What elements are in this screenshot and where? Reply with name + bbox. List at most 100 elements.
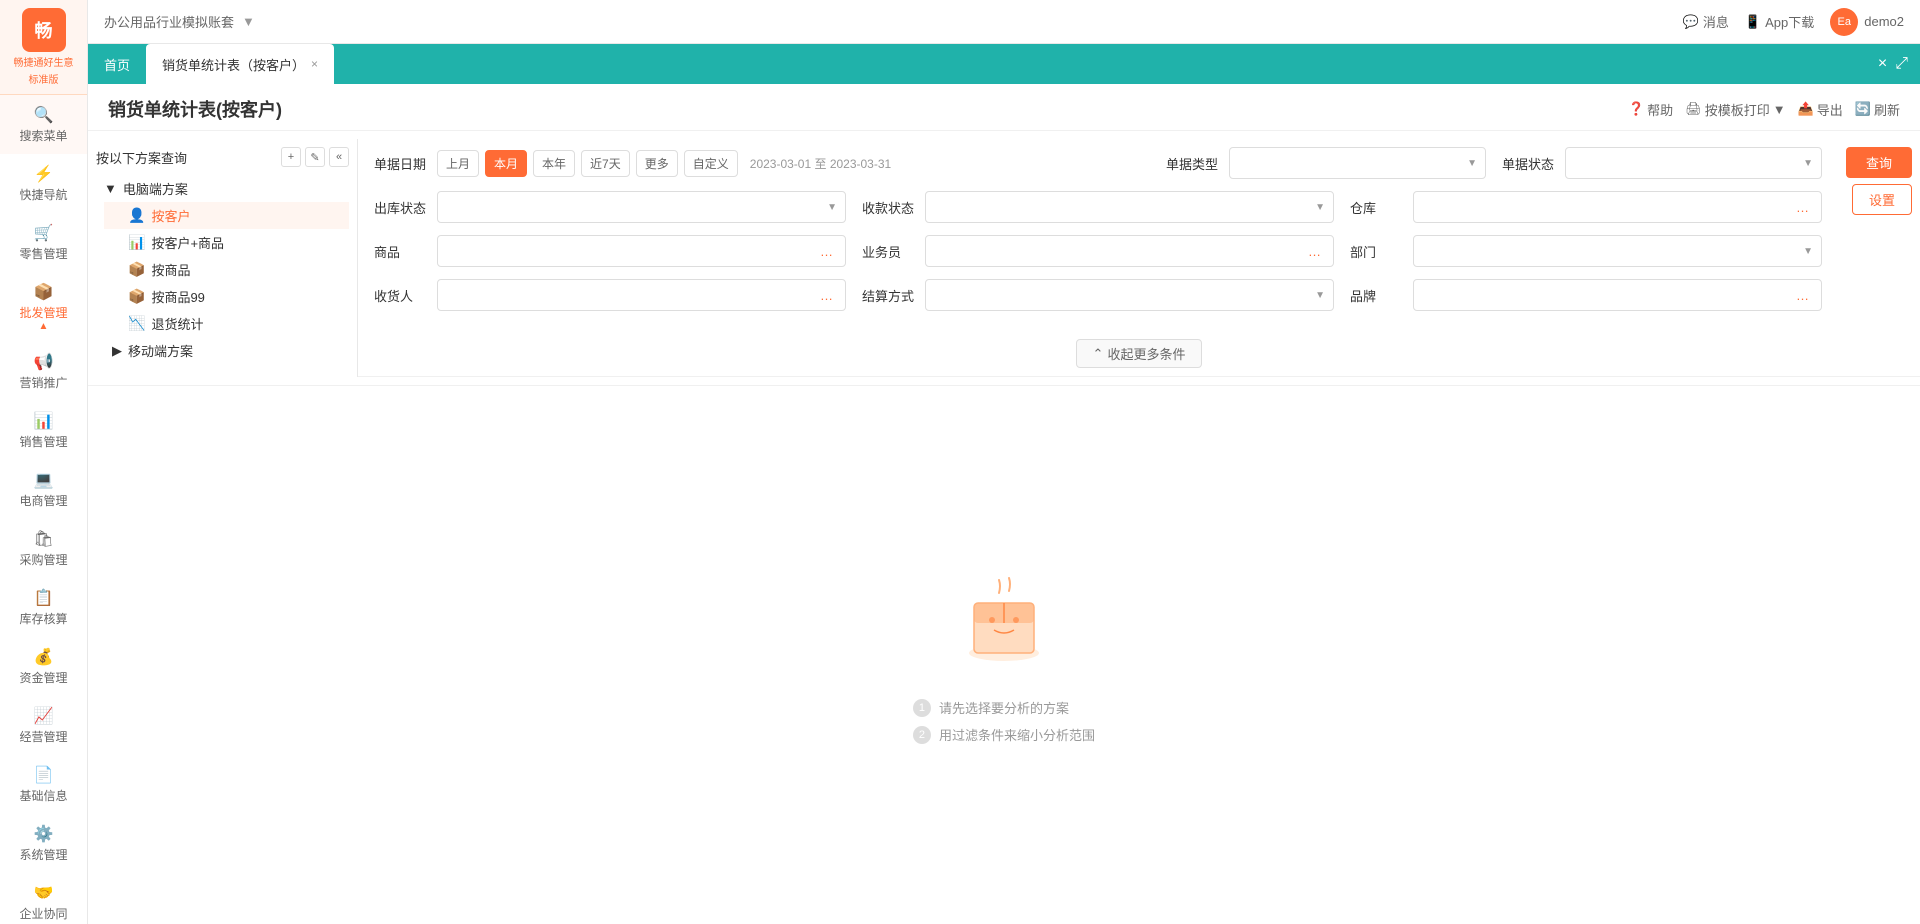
mobile-toggle[interactable]: ▶ 移动端方案 <box>104 337 349 364</box>
search-icon: 🔍 <box>34 105 54 125</box>
goods-dots[interactable]: … <box>816 244 837 259</box>
export-btn[interactable]: 📤 导出 <box>1798 100 1843 119</box>
sidebar-item-sales[interactable]: 📊 销售管理 <box>0 401 87 460</box>
date-range-display: 2023-03-01 至 2023-03-31 <box>750 155 891 172</box>
date-btn-7days[interactable]: 近7天 <box>581 150 630 177</box>
page-title: 销货单统计表(按客户) <box>108 96 282 122</box>
collapse-panel-btn[interactable]: « <box>329 147 349 167</box>
collection-status-field: 收款状态 ▼ <box>862 191 1334 223</box>
date-filter-field: 单据日期 上月 本月 本年 近7天 更多 自定义 2023-03-01 至 20… <box>374 150 1150 177</box>
collection-status-select[interactable]: ▼ <box>925 191 1334 223</box>
mobile-section: ▶ 移动端方案 <box>104 337 349 364</box>
sidebar-item-search[interactable]: 🔍 搜索菜单 <box>0 95 87 154</box>
tree-child-by-goods[interactable]: 📦 按商品 <box>104 256 349 283</box>
sidebar-item-wholesale[interactable]: 📦 批发管理 ▲ <box>0 272 87 342</box>
tab-close-btn[interactable]: × <box>311 57 318 71</box>
department-chevron: ▼ <box>1803 246 1813 257</box>
date-filter: 上月 本月 本年 近7天 更多 自定义 <box>437 150 738 177</box>
sidebar-item-operations[interactable]: 📈 经营管理 <box>0 696 87 755</box>
date-btn-custom[interactable]: 自定义 <box>684 150 738 177</box>
sales-icon: 📊 <box>34 411 54 431</box>
ship-status-select[interactable]: ▼ <box>437 191 846 223</box>
date-btn-this-year[interactable]: 本年 <box>533 150 575 177</box>
sidebar-item-quicknav[interactable]: ⚡ 快捷导航 <box>0 154 87 213</box>
query-button[interactable]: 查询 <box>1846 147 1912 178</box>
warehouse-select[interactable]: … <box>1413 191 1822 223</box>
refresh-btn[interactable]: 🔄 刷新 <box>1855 100 1900 119</box>
department-field: 部门 ▼ <box>1350 235 1822 267</box>
recipient-dots[interactable]: … <box>816 288 837 303</box>
sidebar-label-quicknav: 快捷导航 <box>19 186 67 203</box>
warehouse-label: 仓库 <box>1350 198 1405 217</box>
add-scheme-btn[interactable]: + <box>281 147 301 167</box>
sidebar-label-system: 系统管理 <box>19 846 67 863</box>
sidebar-item-ecommerce[interactable]: 💻 电商管理 <box>0 460 87 519</box>
sidebar-label-ecommerce: 电商管理 <box>19 492 67 509</box>
sidebar-item-finance[interactable]: 💰 资金管理 <box>0 637 87 696</box>
salesperson-dots[interactable]: … <box>1304 244 1325 259</box>
settlement-chevron: ▼ <box>1315 290 1325 301</box>
order-status-select[interactable]: ▼ <box>1565 147 1822 179</box>
brand-label: 品牌 <box>1350 286 1405 305</box>
recipient-field: 收货人 … <box>374 279 846 311</box>
system-icon: ⚙️ <box>34 824 54 844</box>
logo: 畅 畅捷通好生意 标准版 <box>0 0 87 95</box>
print-btn[interactable]: 🖨 按模板打印 ▼ <box>1685 100 1785 119</box>
sidebar-item-retail[interactable]: 🛒 零售管理 <box>0 213 87 272</box>
tab-home-label: 首页 <box>104 55 130 74</box>
collapse-more-btn[interactable]: ⌃ 收起更多条件 <box>1076 339 1203 368</box>
tree-child-return-stat[interactable]: 📉 退货统计 <box>104 310 349 337</box>
warehouse-dots[interactable]: … <box>1792 200 1813 215</box>
sidebar-item-cooperation[interactable]: 🤝 企业协同 <box>0 873 87 924</box>
messages-btn[interactable]: 💬 消息 <box>1683 12 1729 31</box>
maximize-window-btn[interactable]: ⤢ <box>1895 55 1908 73</box>
sidebar-item-system[interactable]: ⚙️ 系统管理 <box>0 814 87 873</box>
order-status-label: 单据状态 <box>1502 154 1557 173</box>
user-area[interactable]: Ea demo2 <box>1830 8 1904 36</box>
date-btn-last-month[interactable]: 上月 <box>437 150 479 177</box>
desktop-section[interactable]: ▼ 电脑端方案 <box>96 175 349 202</box>
tree-child-by-customer-goods[interactable]: 📊 按客户+商品 <box>104 229 349 256</box>
order-status-field: 单据状态 ▼ <box>1502 147 1822 179</box>
brand-dots[interactable]: … <box>1792 288 1813 303</box>
department-select[interactable]: ▼ <box>1413 235 1822 267</box>
edit-scheme-btn[interactable]: ✎ <box>305 147 325 167</box>
recipient-select[interactable]: … <box>437 279 846 311</box>
help-btn[interactable]: ❓ 帮助 <box>1628 100 1673 119</box>
tab-sales-label: 销货单统计表（按客户） <box>162 55 305 74</box>
goods-select[interactable]: … <box>437 235 846 267</box>
order-type-select[interactable]: ▼ <box>1229 147 1486 179</box>
ship-status-label: 出库状态 <box>374 198 429 217</box>
sidebar-label-operations: 经营管理 <box>19 728 67 745</box>
settlement-field: 结算方式 ▼ <box>862 279 1334 311</box>
by-customer-goods-label: 按客户+商品 <box>151 233 224 252</box>
salesperson-select[interactable]: … <box>925 235 1334 267</box>
print-dropdown-icon[interactable]: ▼ <box>1773 102 1786 117</box>
tree-child-by-goods-99[interactable]: 📦 按商品99 <box>104 283 349 310</box>
goods-label: 商品 <box>374 242 429 261</box>
sidebar-item-basic-info[interactable]: 📄 基础信息 <box>0 755 87 814</box>
brand-select[interactable]: … <box>1413 279 1822 311</box>
tab-home[interactable]: 首页 <box>88 44 146 84</box>
tree-child-by-customer[interactable]: 👤 按客户 <box>104 202 349 229</box>
date-btn-more[interactable]: 更多 <box>636 150 678 177</box>
tab-sales-stat[interactable]: 销货单统计表（按客户） × <box>146 44 334 84</box>
date-btn-this-month[interactable]: 本月 <box>485 150 527 177</box>
return-icon: 📉 <box>128 315 145 332</box>
collapse-icon: ⌃ <box>1093 346 1104 362</box>
sidebar-label-inventory: 库存核算 <box>19 610 67 627</box>
sidebar-item-purchase[interactable]: 🛍 采购管理 <box>0 519 87 578</box>
dropdown-arrow[interactable]: ▼ <box>242 14 255 29</box>
settlement-select[interactable]: ▼ <box>925 279 1334 311</box>
sidebar-item-inventory[interactable]: 📋 库存核算 <box>0 578 87 637</box>
app-download-label: App下载 <box>1765 12 1814 31</box>
sidebar-label-finance: 资金管理 <box>19 669 67 686</box>
app-download-btn[interactable]: 📱 App下载 <box>1745 12 1814 31</box>
refresh-icon: 🔄 <box>1855 101 1871 117</box>
desktop-children: 👤 按客户 📊 按客户+商品 📦 按商品 📦 按商品99 <box>104 202 349 337</box>
settings-button[interactable]: 设置 <box>1852 184 1912 215</box>
close-window-btn[interactable]: × <box>1878 55 1887 73</box>
topbar-right: 💬 消息 📱 App下载 Ea demo2 <box>1683 8 1904 36</box>
sidebar-item-marketing[interactable]: 📢 营销推广 <box>0 342 87 401</box>
retail-icon: 🛒 <box>34 223 54 243</box>
